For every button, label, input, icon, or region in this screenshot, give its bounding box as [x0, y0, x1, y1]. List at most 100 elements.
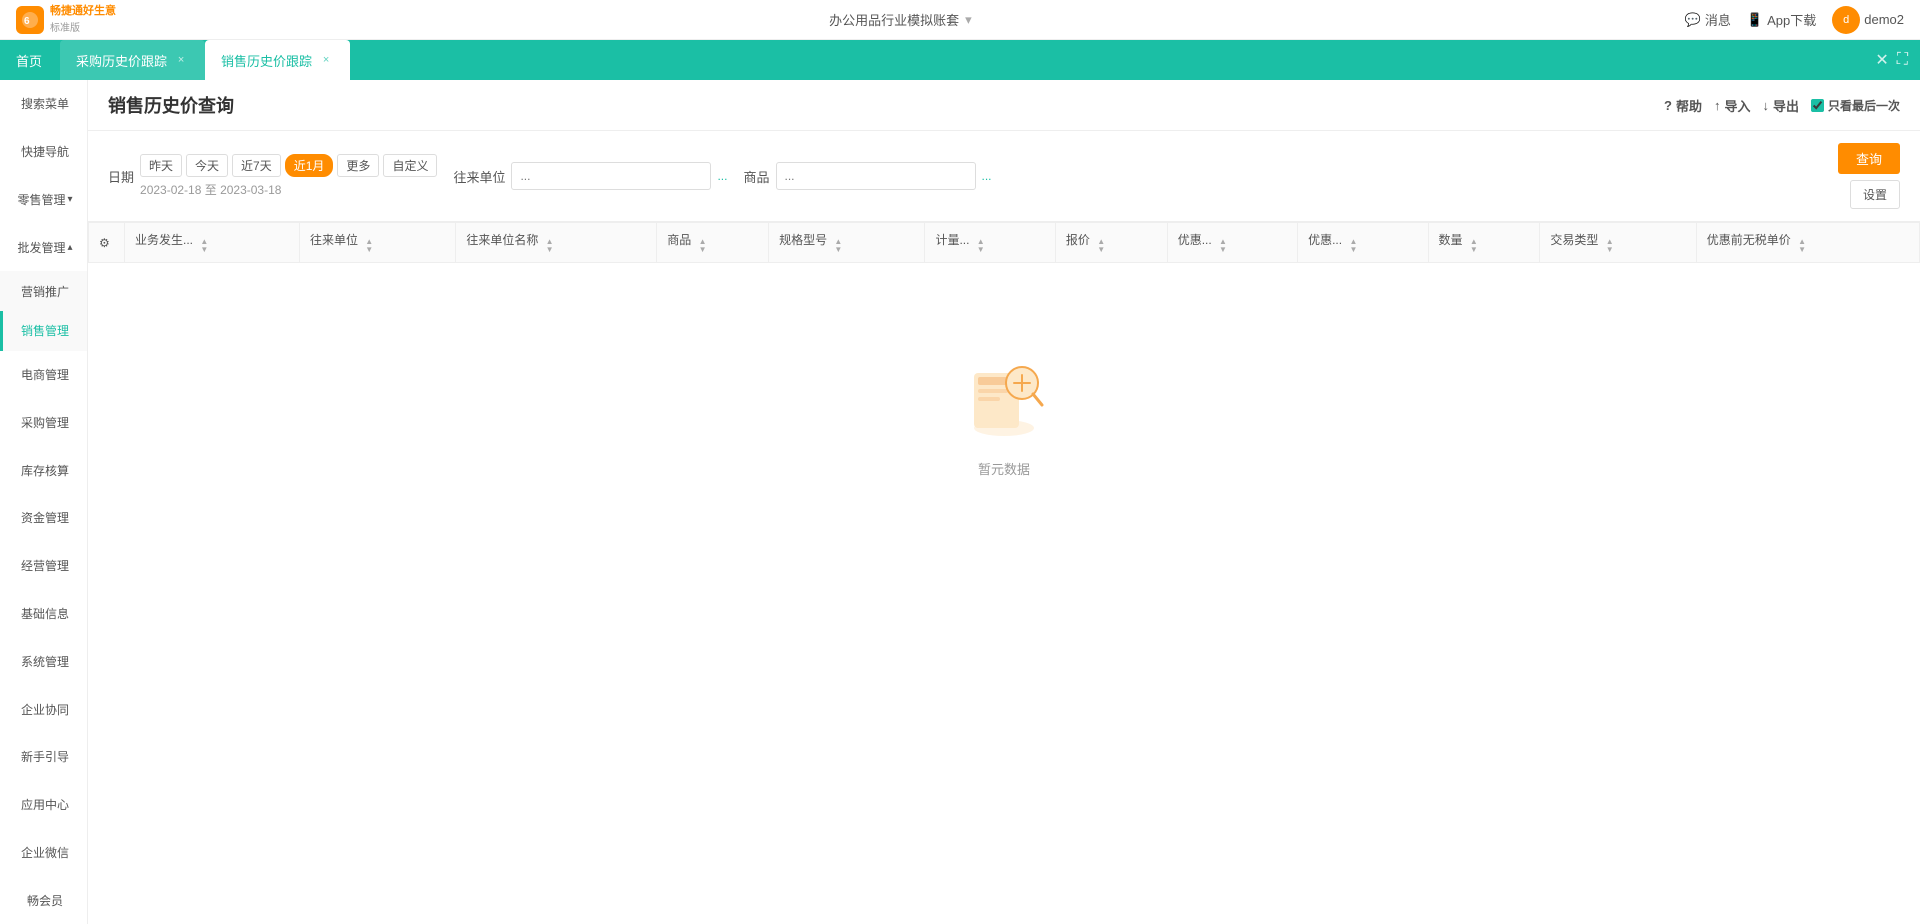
sidebar-item-search-menu[interactable]: 搜索菜单: [0, 80, 87, 128]
product-filter-group: 商品 ...: [743, 162, 991, 190]
workspace-selector[interactable]: 办公用品行业模拟账套 ▾: [829, 10, 972, 29]
logo-text-area: 畅捷通好生意 标准版: [50, 5, 116, 33]
filter-area: 日期 昨天 今天 近7天 近1月 更多 自定义 2023-02-18 至 202…: [88, 131, 1920, 222]
tab-sales-history[interactable]: 销售历史价跟踪 ×: [205, 40, 350, 80]
fullscreen-btn[interactable]: ⛶: [1897, 51, 1908, 69]
th-trade-type[interactable]: 交易类型 ▲▼: [1540, 223, 1696, 263]
th-quote[interactable]: 报价 ▲▼: [1055, 223, 1167, 263]
wholesale-arrow-icon: ▴: [67, 242, 72, 253]
sidebar-item-purchase-mgmt[interactable]: 采购管理: [0, 399, 87, 447]
table-area: ⚙ 业务发生... ▲▼ 往来单位 ▲▼ 往来单位名称 ▲▼: [88, 222, 1920, 924]
th-partner-name[interactable]: 往来单位名称 ▲▼: [456, 223, 657, 263]
th-quantity[interactable]: 数量 ▲▼: [1428, 223, 1540, 263]
th-pretax-price[interactable]: 优惠前无税单价 ▲▼: [1696, 223, 1919, 263]
product-dots-btn[interactable]: ...: [982, 169, 992, 183]
sidebar-item-label: 采购管理: [21, 414, 69, 431]
page-header: 销售历史价查询 ? 帮助 ↑ 导入 ↓ 导出: [88, 80, 1920, 131]
sidebar-item-ecommerce[interactable]: 电商管理: [0, 351, 87, 399]
sidebar-item-label: 快捷导航: [21, 143, 69, 160]
date-btn-today[interactable]: 今天: [186, 154, 228, 177]
top-bar: 6 畅捷通好生意 标准版 办公用品行业模拟账套 ▾ 💬 消息 📱 App下载 d…: [0, 0, 1920, 40]
sidebar-item-label: 库存核算: [21, 462, 69, 479]
sidebar-sub-label: 销售管理: [21, 322, 69, 339]
partner-input[interactable]: [511, 162, 711, 190]
message-btn[interactable]: 💬 消息: [1685, 10, 1731, 29]
app-download-btn[interactable]: 📱 App下载: [1747, 10, 1816, 29]
sidebar-item-operations[interactable]: 经营管理: [0, 542, 87, 590]
partner-dots-btn[interactable]: ...: [717, 169, 727, 183]
user-avatar-btn[interactable]: d demo2: [1832, 6, 1904, 34]
download-icon: 📱: [1747, 12, 1763, 28]
sidebar-item-sales-mgmt[interactable]: 销售管理: [0, 311, 87, 351]
sidebar-item-finance[interactable]: 资金管理: [0, 494, 87, 542]
sidebar-item-marketing[interactable]: 营销推广: [0, 271, 87, 311]
th-discount1[interactable]: 优惠... ▲▼: [1167, 223, 1297, 263]
close-tab-btn[interactable]: ✕: [1875, 50, 1888, 70]
sort-arrows-quote: ▲▼: [1097, 238, 1105, 254]
avatar: d: [1832, 6, 1860, 34]
sidebar-item-wholesale-mgmt[interactable]: 批发管理 ▴: [0, 223, 87, 271]
date-btn-yesterday[interactable]: 昨天: [140, 154, 182, 177]
tab-sales-close[interactable]: ×: [318, 52, 334, 68]
tab-purchase-close[interactable]: ×: [173, 52, 189, 68]
date-btn-custom[interactable]: 自定义: [383, 154, 437, 177]
th-biz-date[interactable]: 业务发生... ▲▼: [125, 223, 300, 263]
svg-text:6: 6: [24, 16, 30, 27]
sidebar-item-label: 经营管理: [21, 557, 69, 574]
th-unit[interactable]: 计量... ▲▼: [925, 223, 1055, 263]
tab-purchase-history[interactable]: 采购历史价跟踪 ×: [60, 40, 205, 80]
sidebar-sub-label: 营销推广: [21, 283, 69, 300]
sidebar-item-guide[interactable]: 新手引导: [0, 733, 87, 781]
only-last-checkbox[interactable]: [1811, 99, 1824, 112]
th-product[interactable]: 商品 ▲▼: [657, 223, 769, 263]
sidebar-item-label: 资金管理: [21, 509, 69, 526]
date-btn-last7days[interactable]: 近7天: [232, 154, 281, 177]
import-btn[interactable]: ↑ 导入: [1714, 96, 1751, 115]
sidebar-item-wechat[interactable]: 企业微信: [0, 829, 87, 877]
tab-bar-actions: ✕ ⛶: [1875, 50, 1920, 70]
sidebar-item-label: 企业协同: [21, 701, 69, 718]
top-bar-right: 💬 消息 📱 App下载 d demo2: [1685, 6, 1904, 34]
empty-icon: [954, 343, 1054, 443]
gear-icon[interactable]: ⚙: [99, 236, 110, 250]
settings-btn[interactable]: 设置: [1850, 180, 1900, 209]
help-btn[interactable]: ? 帮助: [1664, 96, 1702, 115]
query-btn[interactable]: 查询: [1838, 143, 1900, 174]
sidebar-item-basic-info[interactable]: 基础信息: [0, 590, 87, 638]
th-gear[interactable]: ⚙: [89, 223, 125, 263]
partner-filter-group: 往来单位 ...: [453, 162, 727, 190]
data-table: ⚙ 业务发生... ▲▼ 往来单位 ▲▼ 往来单位名称 ▲▼: [88, 222, 1920, 263]
product-input[interactable]: [776, 162, 976, 190]
sidebar-item-quick-nav[interactable]: 快捷导航: [0, 128, 87, 176]
tab-purchase-label: 采购历史价跟踪: [76, 51, 167, 70]
date-btn-more[interactable]: 更多: [337, 154, 379, 177]
message-label: 消息: [1705, 10, 1731, 29]
th-partner-code[interactable]: 往来单位 ▲▼: [299, 223, 455, 263]
sidebar-item-app-center[interactable]: 应用中心: [0, 781, 87, 829]
sidebar-item-enterprise[interactable]: 企业协同: [0, 685, 87, 733]
import-icon: ↑: [1714, 98, 1721, 113]
sidebar-item-inventory[interactable]: 库存核算: [0, 446, 87, 494]
sort-arrows-spec: ▲▼: [834, 238, 842, 254]
workspace-dropdown-icon[interactable]: ▾: [965, 12, 972, 28]
sidebar-item-label: 应用中心: [21, 796, 69, 813]
only-last-text: 只看最后一次: [1828, 97, 1900, 114]
sort-arrows-discount1: ▲▼: [1219, 238, 1227, 254]
logo-sub-text: 标准版: [50, 19, 116, 34]
date-btn-last1month[interactable]: 近1月: [285, 154, 334, 177]
only-last-checkbox-label[interactable]: 只看最后一次: [1811, 97, 1900, 114]
tab-home[interactable]: 首页: [0, 40, 58, 80]
th-discount2[interactable]: 优惠... ▲▼: [1298, 223, 1428, 263]
export-btn[interactable]: ↓ 导出: [1762, 96, 1799, 115]
sidebar-item-system-mgmt[interactable]: 系统管理: [0, 637, 87, 685]
help-label: 帮助: [1676, 96, 1702, 115]
th-spec[interactable]: 规格型号 ▲▼: [769, 223, 925, 263]
page-title-text: 销售历史价查询: [108, 92, 234, 118]
sidebar-item-label: 批发管理: [17, 239, 65, 256]
sidebar-item-label: 搜索菜单: [21, 95, 69, 112]
sidebar-item-member[interactable]: 畅会员: [0, 876, 87, 924]
sort-arrows-partner-name: ▲▼: [546, 238, 554, 254]
filter-row: 日期 昨天 今天 近7天 近1月 更多 自定义 2023-02-18 至 202…: [108, 143, 1900, 209]
logo-icon: 6: [16, 6, 44, 34]
sidebar-item-retail-mgmt[interactable]: 零售管理 ▾: [0, 176, 87, 224]
